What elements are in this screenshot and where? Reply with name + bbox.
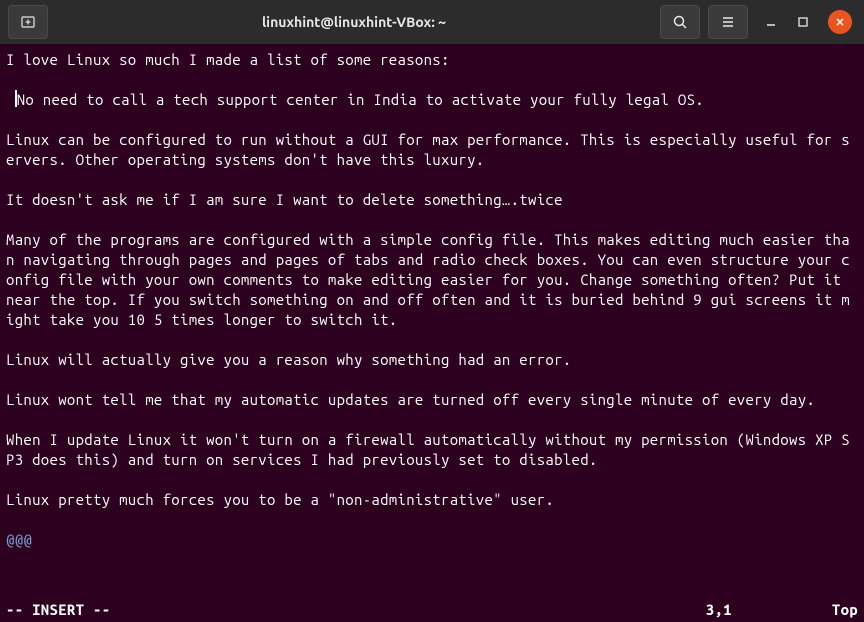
window-titlebar: linuxhint@linuxhint-VBox: ~ (0, 0, 864, 44)
editor-line-cursor: No need to call a tech support center in… (6, 90, 858, 110)
minimize-button[interactable] (764, 15, 778, 29)
maximize-button[interactable] (796, 15, 810, 29)
editor-line (6, 170, 858, 190)
window-controls (764, 10, 852, 34)
close-icon (835, 17, 845, 27)
minimize-icon (765, 16, 777, 28)
editor-line (6, 70, 858, 90)
editor-line (6, 410, 858, 430)
editor-line: Linux will actually give you a reason wh… (6, 350, 858, 370)
search-icon (672, 14, 688, 30)
editor-line (6, 370, 858, 390)
vim-cursor-position: 3,1 (706, 600, 732, 620)
new-tab-button[interactable] (8, 5, 48, 39)
editor-line (6, 110, 858, 130)
editor-line (6, 510, 858, 530)
vim-mode: -- INSERT -- (6, 600, 110, 620)
editor-line (6, 470, 858, 490)
maximize-icon (797, 16, 809, 28)
terminal-viewport[interactable]: I love Linux so much I made a list of so… (0, 44, 864, 622)
editor-marker: @@@ (6, 530, 858, 550)
editor-line (6, 210, 858, 230)
editor-line: Linux pretty much forces you to be a "no… (6, 490, 858, 510)
window-title: linuxhint@linuxhint-VBox: ~ (56, 14, 652, 30)
vim-scroll-position: Top (832, 600, 858, 620)
editor-line: Linux can be configured to run without a… (6, 130, 858, 170)
vim-status-line: -- INSERT -- 3,1 Top (0, 600, 864, 622)
menu-button[interactable] (708, 5, 748, 39)
editor-line: Many of the programs are configured with… (6, 230, 858, 330)
search-button[interactable] (660, 5, 700, 39)
editor-line: I love Linux so much I made a list of so… (6, 50, 858, 70)
editor-line: When I update Linux it won't turn on a f… (6, 430, 858, 470)
close-button[interactable] (828, 10, 852, 34)
hamburger-icon (720, 14, 736, 30)
editor-line: It doesn't ask me if I am sure I want to… (6, 190, 858, 210)
editor-line (6, 330, 858, 350)
editor-line: Linux wont tell me that my automatic upd… (6, 390, 858, 410)
